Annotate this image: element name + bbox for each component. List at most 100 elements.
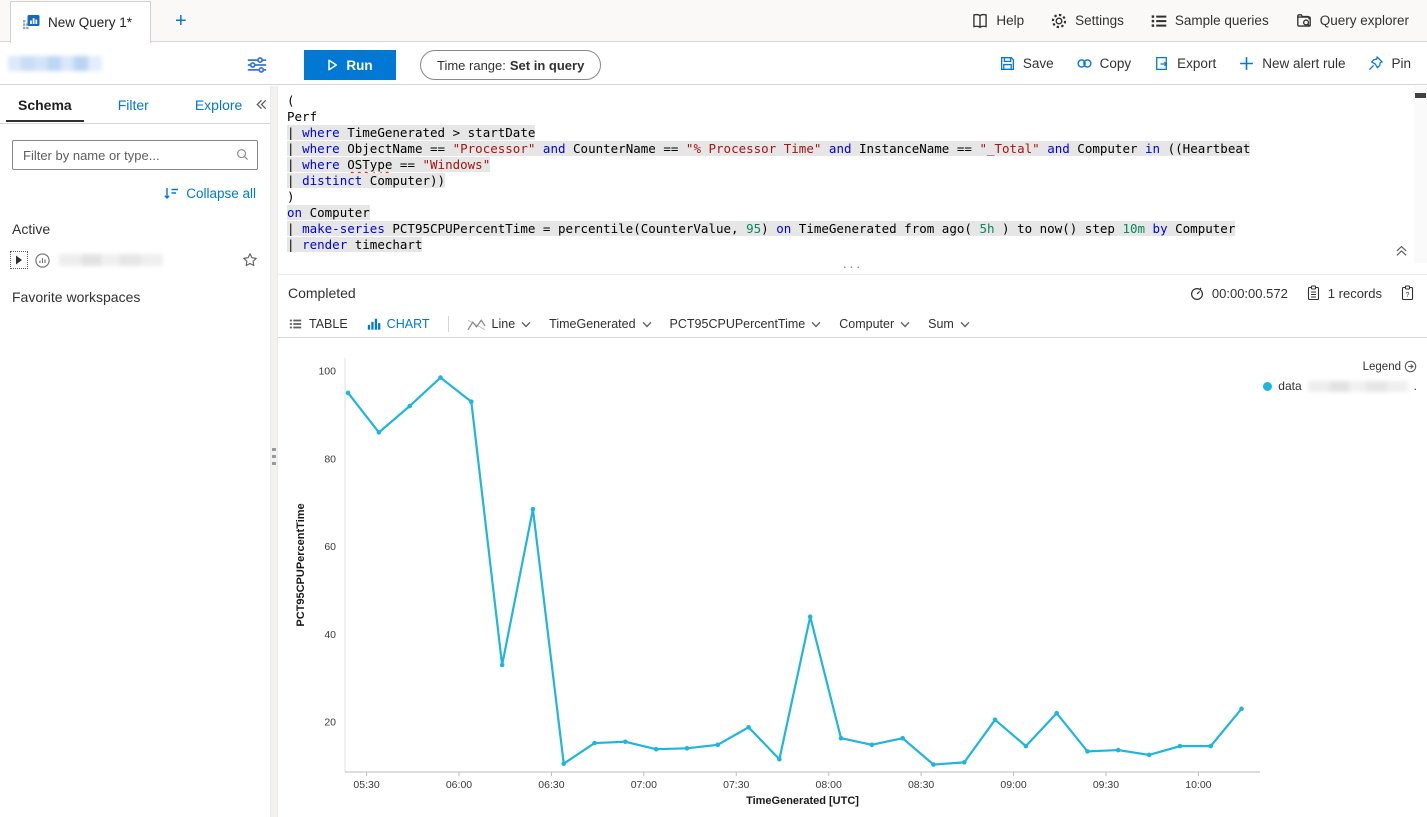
chevron-down-icon: [811, 321, 821, 328]
query-explorer-button[interactable]: Query explorer: [1295, 12, 1409, 30]
chart-type-label: Line: [491, 317, 516, 331]
new-tab-button[interactable]: +: [169, 9, 193, 33]
x-column-label: TimeGenerated: [549, 317, 636, 331]
run-button[interactable]: Run: [304, 50, 396, 80]
chevron-down-icon: [900, 321, 910, 328]
chevron-down-icon: [521, 321, 531, 328]
chart-tab-label: CHART: [386, 317, 430, 331]
code-line: on Computer: [287, 205, 370, 220]
aggregation-label: Sum: [928, 317, 954, 331]
code-line: ): [287, 189, 295, 204]
record-count-value: 1 records: [1327, 285, 1382, 301]
chevron-double-left-icon: [256, 99, 267, 110]
x-column-dropdown[interactable]: TimeGenerated: [549, 317, 652, 331]
svg-text:?: ?: [1406, 292, 1410, 299]
settings-button[interactable]: Settings: [1050, 12, 1124, 30]
log-analytics-icon: [23, 14, 40, 29]
pin-icon: [1369, 56, 1384, 71]
editor-resize-handle[interactable]: ···: [278, 259, 1427, 275]
sidebar-tabs: Schema Filter Explore: [0, 86, 270, 124]
tab-filter[interactable]: Filter: [106, 88, 161, 122]
divider-grip[interactable]: [272, 448, 276, 469]
chart-icon: [367, 318, 380, 330]
copy-button[interactable]: Copy: [1076, 55, 1131, 72]
collapse-all-button[interactable]: Collapse all: [14, 186, 256, 201]
log-analytics-app: New Query 1* + Help Settings Sample quer…: [0, 0, 1427, 817]
tab-new-query[interactable]: New Query 1*: [10, 0, 152, 43]
workspace-name-redacted: [59, 254, 163, 266]
time-range-picker[interactable]: Time range: Set in query: [420, 50, 602, 80]
new-alert-rule-button[interactable]: New alert rule: [1238, 55, 1345, 72]
collapse-sidebar-button[interactable]: [254, 97, 269, 112]
sidebar-resize-divider[interactable]: [270, 86, 278, 817]
stopwatch-icon: [1190, 287, 1203, 301]
code-line: | make-series PCT95CPUPercentTime = perc…: [287, 221, 1236, 236]
timechart-area: 20 40 60 80 100 05:30 06:00 06:30 07:00 07:30 08:0…: [278, 338, 1427, 817]
workspace-scope-redacted[interactable]: [8, 56, 102, 71]
workspace-row[interactable]: [10, 249, 258, 271]
search-icon: [235, 147, 250, 167]
help-button[interactable]: Help: [971, 12, 1024, 30]
schema-filter: [12, 140, 258, 170]
aggregation-dropdown[interactable]: Sum: [928, 317, 970, 331]
chart-view-tab[interactable]: CHART: [366, 317, 430, 331]
svg-text:06:30: 06:30: [538, 779, 564, 791]
gear-icon: [1051, 13, 1067, 28]
tab-schema[interactable]: Schema: [6, 88, 84, 122]
time-range-prefix: Time range:: [437, 57, 506, 73]
code-line: | distinct Computer)): [287, 173, 446, 188]
legend-item[interactable]: data .: [1263, 379, 1417, 393]
svg-text:10:00: 10:00: [1185, 779, 1211, 791]
chevron-down-icon: [642, 321, 652, 328]
pin-button[interactable]: Pin: [1367, 55, 1411, 72]
tab-explore[interactable]: Explore: [183, 88, 254, 122]
export-icon: [1156, 57, 1168, 70]
sample-queries-icon: [1151, 14, 1167, 27]
clipboard-icon: [1307, 285, 1319, 301]
y-column-dropdown[interactable]: PCT95CPUPercentTime: [670, 317, 822, 331]
table-view-tab[interactable]: TABLE: [288, 317, 348, 331]
editor-scrollbar[interactable]: [1414, 86, 1427, 263]
legend-toggle[interactable]: Legend: [1263, 360, 1417, 373]
save-icon: [1000, 57, 1014, 70]
query-editor[interactable]: (Perf | where TimeGenerated > startDate | …: [278, 86, 1427, 263]
schema-sidebar: Schema Filter Explore Filter by name or …: [0, 86, 270, 817]
sample-queries-button[interactable]: Sample queries: [1150, 12, 1269, 30]
favorites-section-label: Favorite workspaces: [12, 289, 141, 305]
tab-title: New Query 1*: [48, 14, 133, 30]
split-column-dropdown[interactable]: Computer: [839, 317, 910, 331]
favorite-star-button[interactable]: [242, 252, 258, 268]
split-column-label: Computer: [839, 317, 895, 331]
play-icon: [328, 59, 338, 71]
caret-right-icon: [16, 255, 22, 265]
chevron-down-icon: [960, 321, 970, 328]
toolbar-actions: Save Copy Export New alert rule Pin: [999, 55, 1427, 72]
save-button[interactable]: Save: [999, 55, 1054, 72]
results-status-bar: Completed 00:00:00.572 1 records ?: [278, 275, 1427, 311]
svg-text:08:30: 08:30: [908, 779, 934, 791]
series-name-redacted: [1307, 380, 1408, 392]
svg-text:05:30: 05:30: [353, 779, 379, 791]
chevron-double-up-icon: [1396, 245, 1407, 256]
chart-type-dropdown[interactable]: Line: [466, 317, 532, 332]
legend-title: Legend: [1362, 360, 1401, 373]
expand-workspace-button[interactable]: [10, 251, 28, 269]
svg-text:60: 60: [324, 541, 336, 553]
controls-separator: [447, 316, 449, 332]
series-name-suffix: .: [1413, 379, 1417, 393]
active-section-label: Active: [12, 221, 51, 237]
elapsed-time: 00:00:00.572: [1189, 285, 1288, 301]
copy-link-icon: [1077, 59, 1092, 68]
svg-text:80: 80: [324, 453, 336, 465]
book-icon: [973, 13, 988, 28]
new-alert-rule-label: New alert rule: [1262, 56, 1346, 71]
collapse-editor-button[interactable]: [1394, 244, 1409, 261]
scope-settings-button[interactable]: [246, 55, 268, 80]
code-line: | where TimeGenerated > startDate: [287, 125, 536, 140]
collapse-all-icon: [164, 188, 179, 199]
sliders-icon: [247, 57, 267, 73]
copy-results-button[interactable]: ?: [1400, 285, 1415, 301]
schema-filter-input[interactable]: [12, 140, 258, 170]
editor-scrollbar-thumb[interactable]: [1415, 93, 1426, 98]
export-button[interactable]: Export: [1153, 55, 1216, 72]
